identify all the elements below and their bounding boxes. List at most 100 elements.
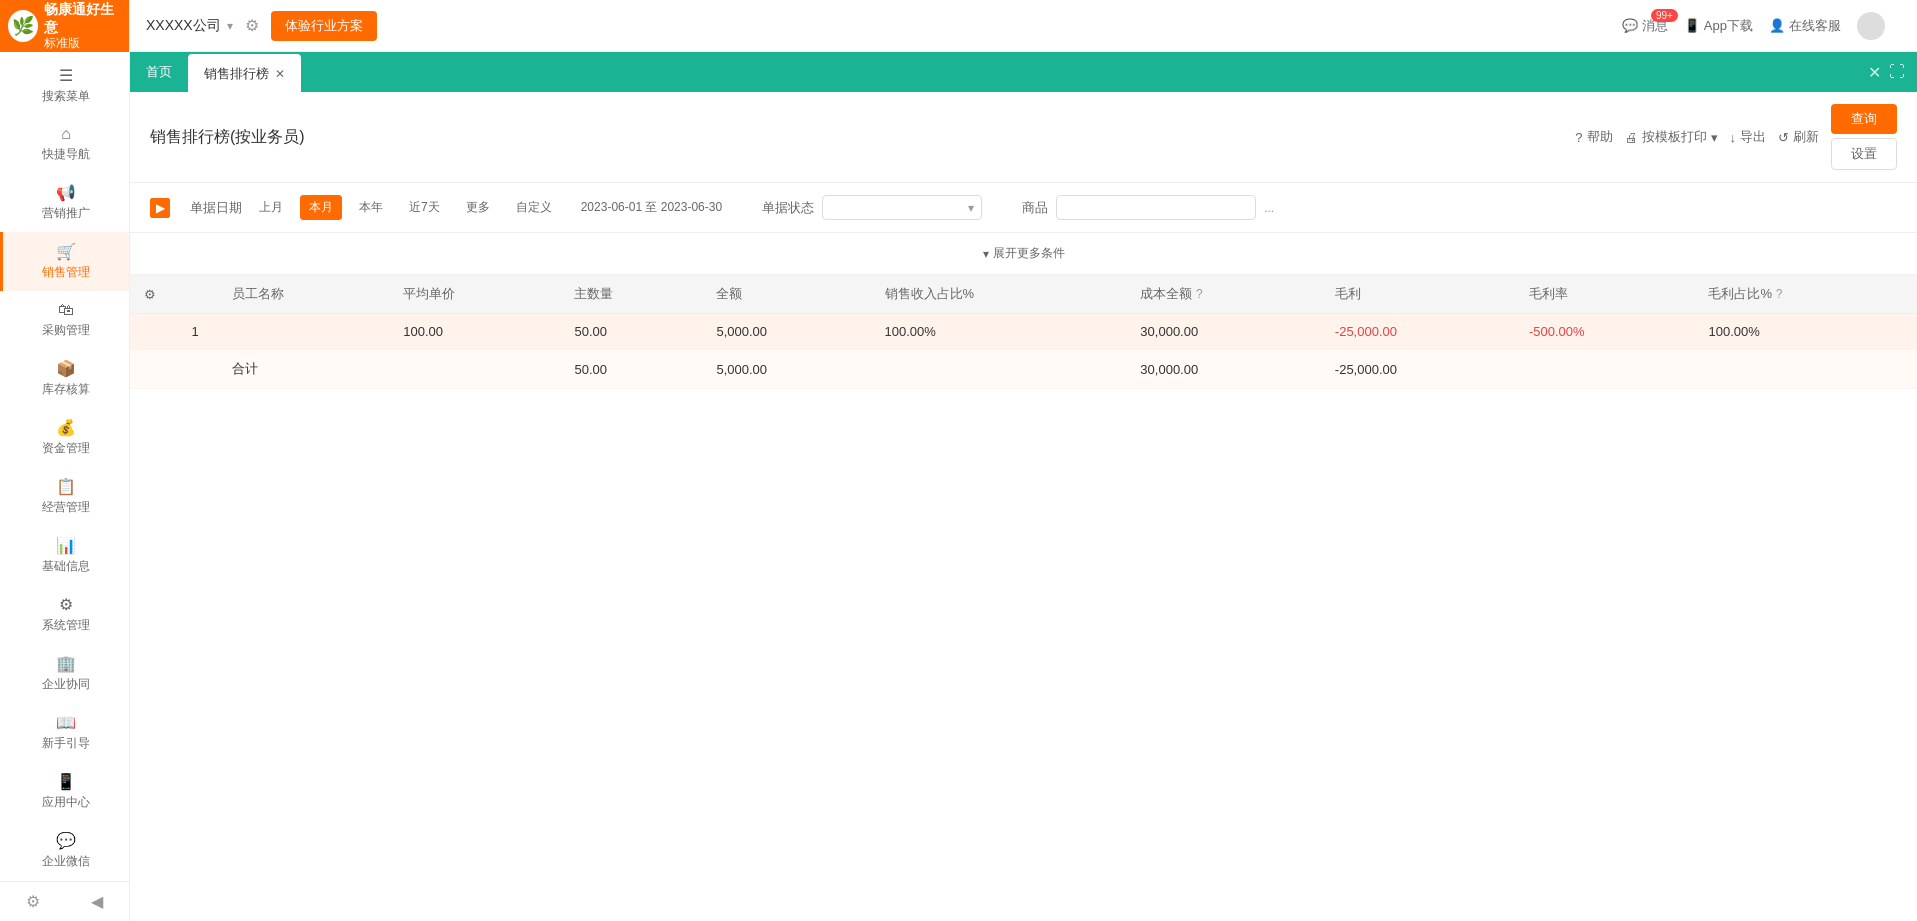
sidebar-icon: 📢 (56, 183, 76, 202)
row-cost-total-cell: 30,000.00 (1128, 314, 1322, 350)
date-filter-section: 单据日期 上月 本月 本年 近7天 更多 自定义 (190, 195, 561, 220)
date-range-display: 2023-06-01 至 2023-06-30 (581, 199, 722, 216)
sidebar-item-新手引导[interactable]: 📖新手引导 (0, 703, 129, 762)
sidebar-item-label: 资金管理 (42, 440, 90, 457)
table-footer: 合计 50.00 5,000.00 30,000.00 -25,000.00 (130, 350, 1917, 389)
footer-label-cell: 合计 (220, 350, 391, 389)
expand-icon: ▾ (983, 247, 989, 261)
tab-close-icon[interactable]: ✕ (275, 67, 285, 81)
tab-close-all-icon[interactable]: ✕ (1868, 63, 1881, 82)
date-btn-this-month[interactable]: 本月 (300, 195, 342, 220)
date-btn-last-month[interactable]: 上月 (250, 195, 292, 220)
sidebar-item-label: 快捷导航 (42, 146, 90, 163)
online-service-button[interactable]: 👤 在线客服 (1769, 17, 1841, 35)
goods-input[interactable] (1056, 195, 1256, 220)
sidebar-item-库存核算[interactable]: 📦库存核算 (0, 349, 129, 408)
sidebar-bottom: ⚙ ◀ (0, 881, 129, 921)
help-button[interactable]: ? 帮助 (1575, 128, 1612, 146)
company-selector[interactable]: XXXXX公司 ▾ (146, 17, 233, 35)
table-row: 1 100.00 50.00 5,000.00 100.00% 30,000.0… (130, 314, 1917, 350)
date-btn-this-year[interactable]: 本年 (350, 195, 392, 220)
topbar-right: 💬 消息 99+ 📱 App下载 👤 在线客服 (1622, 12, 1901, 40)
tabbar: 首页 销售排行榜 ✕ ✕ ⛶ (130, 52, 1917, 92)
page-actions: ? 帮助 🖨 按模板打印 ▾ ↓ 导出 ↺ 刷新 (1575, 104, 1897, 170)
date-btn-more[interactable]: 更多 (457, 195, 499, 220)
more-filters-btn[interactable]: ... (1264, 201, 1274, 215)
status-select[interactable] (822, 195, 982, 220)
footer-rank-cell (170, 350, 220, 389)
date-filter-label: 单据日期 (190, 199, 242, 217)
status-filter-label: 单据状态 (762, 199, 814, 217)
row-gross-rate-cell: -500.00% (1517, 314, 1696, 350)
gross-pct-help-icon[interactable]: ? (1776, 287, 1783, 301)
expand-conditions-button[interactable]: ▾ 展开更多条件 (975, 241, 1073, 266)
sidebar-item-label: 基础信息 (42, 558, 90, 575)
col-gross-rate: 毛利率 (1517, 275, 1696, 314)
logo-icon: 🌿 (8, 10, 38, 42)
date-btn-custom[interactable]: 自定义 (507, 195, 561, 220)
row-settings-cell (130, 314, 170, 350)
page-header: 销售排行榜(按业务员) ? 帮助 🖨 按模板打印 ▾ ↓ 导出 (130, 92, 1917, 183)
sidebar-icon: 📖 (56, 713, 76, 732)
sidebar-item-资金管理[interactable]: 💰 资金管理 (0, 408, 129, 467)
sidebar-item-经营管理[interactable]: 📋经营管理 (0, 467, 129, 526)
print-icon: 🖨 (1625, 130, 1638, 145)
refresh-button[interactable]: ↺ 刷新 (1778, 128, 1819, 146)
sidebar-item-企业协同[interactable]: 🏢企业协同 (0, 644, 129, 703)
tab-home[interactable]: 首页 (130, 52, 188, 92)
sidebar-item-快捷导航[interactable]: ⌂快捷导航 (0, 115, 129, 173)
company-name: XXXXX公司 (146, 17, 221, 35)
message-button[interactable]: 💬 消息 99+ (1622, 17, 1668, 35)
sidebar-icon: 💰 (56, 418, 76, 437)
template-print-button[interactable]: 🖨 按模板打印 ▾ (1625, 128, 1718, 146)
footer-cost-total-cell: 30,000.00 (1128, 350, 1322, 389)
row-gross-cell: -25,000.00 (1323, 314, 1517, 350)
topbar-settings-icon[interactable]: ⚙ (245, 16, 259, 35)
footer-main-qty-cell: 50.00 (562, 350, 704, 389)
settings-button[interactable]: 设置 (1831, 138, 1897, 170)
sidebar-item-搜索菜单[interactable]: ☰搜索菜单 (0, 56, 129, 115)
sidebar-item-label: 采购管理 (42, 322, 90, 339)
sidebar-item-营销推广[interactable]: 📢营销推广 (0, 173, 129, 232)
app-download-button[interactable]: 📱 App下载 (1684, 17, 1753, 35)
export-button[interactable]: ↓ 导出 (1730, 128, 1767, 146)
expand-conditions-bar: ▾ 展开更多条件 (130, 233, 1917, 275)
sidebar-icon: 📱 (56, 772, 76, 791)
topbar: XXXXX公司 ▾ ⚙ 体验行业方案 💬 消息 99+ 📱 App下载 👤 在线… (130, 0, 1917, 52)
sidebar-item-系统管理[interactable]: ⚙系统管理 (0, 585, 129, 644)
trial-button[interactable]: 体验行业方案 (271, 11, 377, 41)
filter-bar: ▶ 单据日期 上月 本月 本年 近7天 更多 自定义 2023-06-01 至 … (130, 183, 1917, 233)
tab-sales-rank[interactable]: 销售排行榜 ✕ (188, 54, 301, 94)
goods-filter-section: 商品 ... (1022, 195, 1274, 220)
sidebar-item-企业微信[interactable]: 💬企业微信 (0, 821, 129, 880)
page-wrapper: 销售排行榜(按业务员) ? 帮助 🖨 按模板打印 ▾ ↓ 导出 (130, 92, 1917, 921)
logo-text: 畅康通好生意 标准版 (44, 0, 121, 52)
sidebar-icon: 🛒 (56, 242, 76, 261)
sidebar-settings-icon[interactable]: ⚙ (26, 892, 40, 911)
sidebar-icon: 📦 (56, 359, 76, 378)
col-settings[interactable]: ⚙ (130, 275, 170, 314)
filter-toggle-icon[interactable]: ▶ (150, 198, 170, 218)
sidebar-item-应用中心[interactable]: 📱应用中心 (0, 762, 129, 821)
cost-help-icon[interactable]: ? (1196, 287, 1203, 301)
app-icon: 📱 (1684, 18, 1700, 33)
sidebar-item-基础信息[interactable]: 📊基础信息 (0, 526, 129, 585)
sidebar-item-label: 销售管理 (42, 264, 90, 281)
sidebar-item-label: 系统管理 (42, 617, 90, 634)
sidebar-icon: ☰ (59, 66, 73, 85)
footer-settings-cell (130, 350, 170, 389)
sidebar-item-销售管理[interactable]: 🛒 销售管理 (0, 232, 129, 291)
message-badge: 99+ (1651, 9, 1678, 22)
service-icon: 👤 (1769, 18, 1785, 33)
row-sales-pct-cell: 100.00% (873, 314, 1129, 350)
col-avg-price: 平均单价 (391, 275, 562, 314)
tab-home-label: 首页 (146, 63, 172, 81)
tab-restore-icon[interactable]: ⛶ (1889, 63, 1905, 81)
col-gross: 毛利 (1323, 275, 1517, 314)
sidebar-collapse-icon[interactable]: ◀ (91, 892, 103, 911)
user-avatar[interactable] (1857, 12, 1885, 40)
query-button[interactable]: 查询 (1831, 104, 1897, 134)
col-main-qty: 主数量 (562, 275, 704, 314)
date-btn-7days[interactable]: 近7天 (400, 195, 449, 220)
sidebar-item-采购管理[interactable]: 🛍采购管理 (0, 291, 129, 349)
